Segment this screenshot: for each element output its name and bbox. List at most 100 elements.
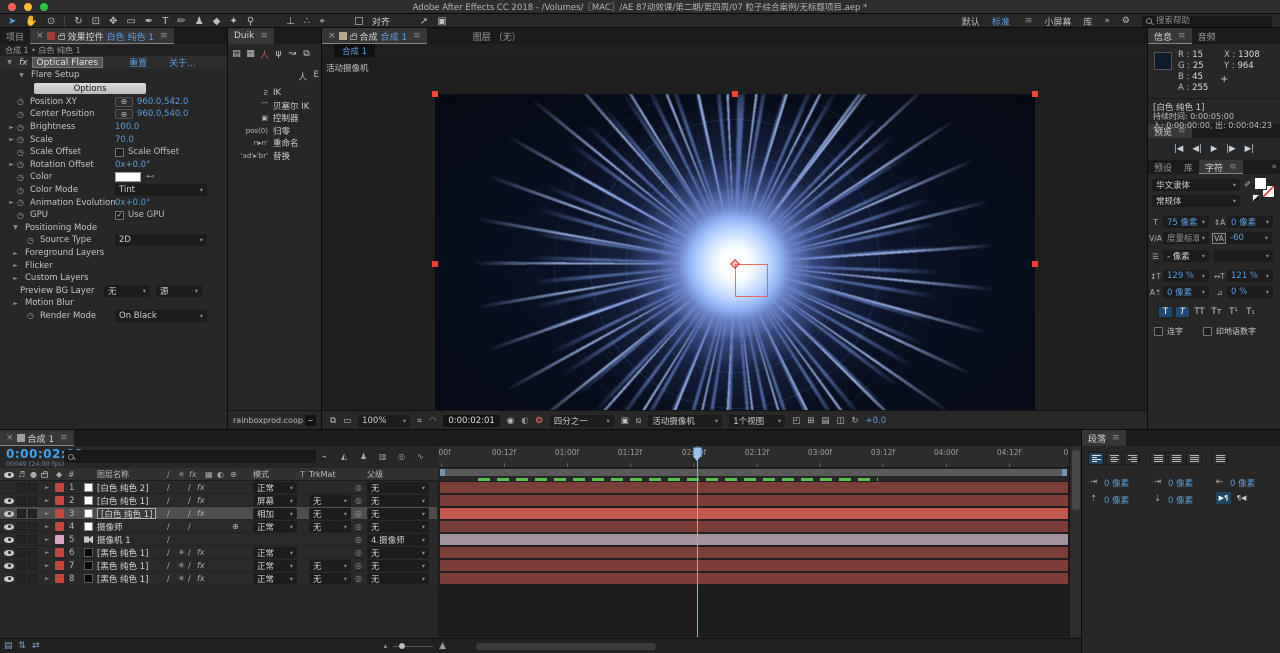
duik-item-replace[interactable]: 'ad'▸'br' 替换	[228, 150, 321, 163]
world-axis-mode-icon[interactable]: ∴	[304, 16, 310, 27]
small-caps-button[interactable]: Tᴛ	[1209, 306, 1224, 318]
work-area-end-handle[interactable]	[1062, 469, 1067, 476]
close-tab-icon[interactable]: ×	[328, 31, 336, 41]
tab-audio[interactable]: 音频	[1192, 28, 1222, 44]
quality-switch[interactable]: ∕	[167, 533, 170, 546]
justify-all-button[interactable]	[1212, 452, 1228, 465]
parent-pickwhip-icon[interactable]: ◎	[355, 520, 365, 533]
parent-pickwhip-icon[interactable]: ◎	[355, 481, 365, 494]
layer-bar-4[interactable]	[440, 521, 1068, 532]
effects-switch[interactable]: ✳	[178, 546, 185, 559]
expand-layer-icon[interactable]: ►	[45, 546, 55, 559]
stopwatch-icon[interactable]: ◷	[17, 173, 30, 182]
layer-bar-8[interactable]	[440, 573, 1068, 584]
label-color[interactable]	[55, 522, 64, 531]
expand-icon[interactable]: ►	[6, 161, 17, 168]
duik-curve-icon[interactable]: ↝	[286, 48, 299, 60]
eyedropper-icon[interactable]: ⊷	[146, 172, 155, 182]
group-expand-icon[interactable]: ▼	[10, 224, 21, 231]
mode-dropdown[interactable]: 正常	[253, 573, 297, 585]
quality-switch[interactable]: ∕	[167, 520, 170, 533]
prev-frame-icon[interactable]: ◀|	[1192, 144, 1201, 154]
local-axis-mode-icon[interactable]: ⊥	[286, 16, 295, 27]
label-color[interactable]	[55, 561, 64, 570]
group-expand-icon[interactable]: ►	[10, 300, 21, 307]
label-color[interactable]	[55, 483, 64, 492]
visibility-toggle[interactable]	[3, 481, 15, 494]
justify-last-center-button[interactable]	[1168, 452, 1184, 465]
trkmat-dropdown[interactable]: 无	[309, 560, 351, 572]
parent-dropdown[interactable]: 无	[367, 521, 429, 533]
layer-bar-7[interactable]	[440, 560, 1068, 571]
duik-e-icon[interactable]: E	[313, 70, 319, 83]
layer-handle[interactable]	[732, 91, 738, 97]
playhead-line[interactable]	[697, 446, 698, 637]
stopwatch-icon[interactable]: ◷	[17, 148, 30, 157]
about-effect-button[interactable]: 关于...	[169, 56, 196, 69]
quality-switch2[interactable]: ∕	[188, 546, 191, 559]
layer-bar-5-camera[interactable]	[440, 534, 1068, 545]
timeline-zoom-slider[interactable]	[393, 643, 434, 649]
fx-switch[interactable]: fx	[197, 481, 205, 494]
fx-switch[interactable]: fx	[197, 572, 205, 585]
quality-switch2[interactable]: ∕	[188, 481, 191, 494]
parent-dropdown[interactable]: 无	[367, 495, 429, 507]
exposure-value[interactable]: +0.0	[866, 416, 887, 426]
bounding-box-icon[interactable]: ▣	[437, 16, 446, 27]
duik-person-icon[interactable]: 人	[298, 70, 307, 83]
align-right-button[interactable]	[1124, 452, 1140, 465]
prop-color-mode[interactable]: ◷ Color Mode Tint	[0, 184, 227, 197]
visibility-toggle[interactable]	[4, 574, 14, 584]
panel-menu-icon[interactable]: ≡	[160, 31, 168, 41]
layer-name[interactable]: 摄像机 1	[97, 533, 131, 546]
view-axis-mode-icon[interactable]: ⌖	[319, 16, 325, 27]
stroke-style-dropdown[interactable]	[1213, 250, 1273, 262]
prop-color[interactable]: ◷ Color ⊷	[0, 171, 227, 184]
fx-switch[interactable]: fx	[197, 507, 205, 520]
duik-item-rename[interactable]: n▸n' 重命名	[228, 137, 321, 150]
expand-layer-icon[interactable]: ►	[45, 494, 55, 507]
group-expand-icon[interactable]: ►	[10, 262, 21, 269]
faux-italic-button[interactable]: T	[1175, 306, 1190, 318]
layer-name-editing[interactable]: [白色 纯色 1]	[97, 508, 157, 520]
panel-menu-icon[interactable]: ≡	[1178, 31, 1186, 41]
preview-bg-source-dropdown[interactable]: 源	[156, 284, 202, 297]
mask-toggle-icon[interactable]: ◠	[429, 416, 436, 426]
stopwatch-icon[interactable]: ◷	[17, 211, 30, 220]
track-area[interactable]	[438, 481, 1069, 585]
expand-layer-icon[interactable]: ►	[45, 481, 55, 494]
align-center-button[interactable]	[1106, 452, 1122, 465]
stopwatch-icon[interactable]: ◷	[17, 160, 30, 169]
shape-tool-icon[interactable]: ▭	[126, 16, 135, 27]
prop-scale-offset[interactable]: ◷ Scale Offset Scale Offset	[0, 146, 227, 159]
next-frame-icon[interactable]: |▶	[1226, 144, 1235, 154]
layer-search-box[interactable]	[64, 450, 316, 463]
work-area-bar[interactable]	[440, 469, 1067, 476]
label-color[interactable]	[55, 509, 64, 518]
expand-icon[interactable]: ►	[6, 136, 17, 143]
parent-dropdown[interactable]: 无	[367, 547, 429, 559]
always-preview-icon[interactable]: ⧉	[330, 416, 336, 426]
fast-preview-icon[interactable]: ⊞	[807, 416, 814, 426]
font-family-dropdown[interactable]: 华文隶体	[1152, 179, 1240, 191]
tracking-dropdown[interactable]: -60	[1226, 232, 1272, 244]
eyedropper-icon[interactable]: ✐	[1244, 180, 1251, 190]
parent-dropdown[interactable]: 无	[367, 573, 429, 585]
expand-layer-icon[interactable]: ►	[45, 520, 55, 533]
label-color[interactable]	[55, 548, 64, 557]
faux-bold-button[interactable]: T	[1158, 306, 1173, 318]
duik-rigging-icon[interactable]: 人	[258, 48, 271, 61]
vertical-scale-dropdown[interactable]: 129 %	[1163, 270, 1209, 282]
rotate-tool-icon[interactable]: ↻	[74, 16, 82, 27]
expand-icon[interactable]: ►	[6, 199, 17, 206]
font-size-dropdown[interactable]: 75 像素	[1163, 216, 1209, 228]
default-colors-icon[interactable]	[1252, 194, 1260, 202]
mode-dropdown[interactable]: 正常	[253, 482, 297, 494]
layer-handle[interactable]	[432, 91, 438, 97]
quality-switch[interactable]: ∕	[167, 494, 170, 507]
mode-dropdown[interactable]: 正常	[253, 521, 297, 533]
fx-switch[interactable]: fx	[197, 546, 205, 559]
flowchart-icon[interactable]: ◫	[836, 416, 844, 426]
layer-handle[interactable]	[1032, 261, 1038, 267]
tab-timeline-comp[interactable]: × 合成 1 ≡	[0, 430, 74, 446]
